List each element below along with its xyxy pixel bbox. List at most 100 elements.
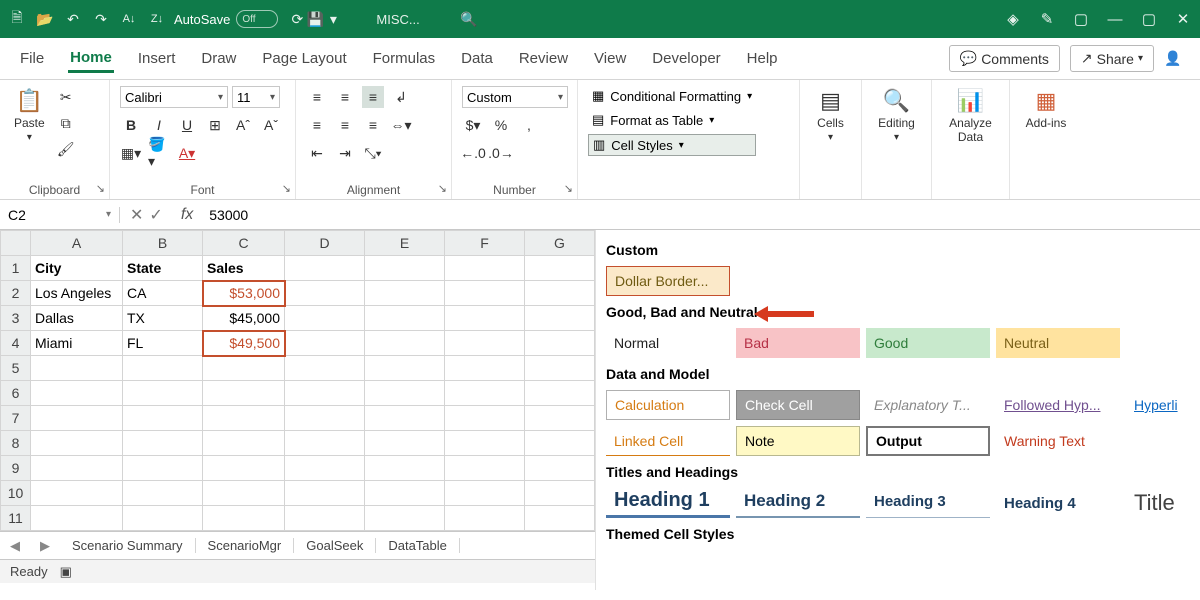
row-header[interactable]: 7 [1, 406, 31, 431]
menu-view[interactable]: View [592, 46, 628, 71]
open-folder-icon[interactable]: 📂 [36, 10, 54, 28]
cell[interactable] [445, 331, 525, 356]
cell[interactable] [285, 506, 365, 531]
style-bad[interactable]: Bad [736, 328, 860, 358]
cell[interactable] [365, 431, 445, 456]
cell[interactable] [31, 381, 123, 406]
border-button[interactable]: ⊞ [204, 114, 226, 136]
cell[interactable]: Dallas [31, 306, 123, 331]
sheet-tab[interactable]: Scenario Summary [60, 538, 196, 553]
menu-insert[interactable]: Insert [136, 46, 178, 71]
cell-styles-button[interactable]: ▥ Cell Styles▾ [588, 134, 756, 156]
row-header[interactable]: 10 [1, 481, 31, 506]
sheet-tab[interactable]: DataTable [376, 538, 460, 553]
row-header[interactable]: 6 [1, 381, 31, 406]
close-icon[interactable]: ✕ [1174, 10, 1192, 28]
autosave-toggle[interactable]: AutoSave Off [174, 10, 278, 28]
cell[interactable]: FL [123, 331, 203, 356]
sheet-tab[interactable]: GoalSeek [294, 538, 376, 553]
format-as-table-button[interactable]: ▤ Format as Table▾ [588, 110, 756, 130]
cell[interactable]: TX [123, 306, 203, 331]
merge-button[interactable]: ⇔▾ [390, 114, 412, 136]
conditional-formatting-button[interactable]: ▦ Conditional Formatting▾ [588, 86, 756, 106]
new-file-icon[interactable]: 🗎 [8, 10, 26, 28]
cell[interactable] [31, 456, 123, 481]
column-header[interactable]: C [203, 231, 285, 256]
addins-button[interactable]: ▦ Add-ins [1020, 86, 1072, 132]
undo-icon[interactable]: ↶ [64, 10, 82, 28]
format-painter-icon[interactable]: 🖌 [55, 138, 77, 160]
cell[interactable] [525, 381, 595, 406]
cell[interactable] [525, 306, 595, 331]
style-explanatory-text[interactable]: Explanatory T... [866, 390, 990, 420]
alignment-launcher-icon[interactable]: ↘ [438, 182, 447, 195]
font-color-button[interactable]: A▾ [176, 142, 198, 164]
cell[interactable]: CA [123, 281, 203, 306]
save-icon[interactable]: 💾 [306, 10, 324, 28]
cell[interactable] [525, 256, 595, 281]
style-neutral[interactable]: Neutral [996, 328, 1120, 358]
cell[interactable] [285, 281, 365, 306]
column-header[interactable]: E [365, 231, 445, 256]
macro-record-icon[interactable]: ▣ [60, 564, 72, 580]
cell[interactable] [525, 481, 595, 506]
cell[interactable] [365, 481, 445, 506]
font-launcher-icon[interactable]: ↘ [282, 182, 291, 195]
cut-icon[interactable]: ✂ [55, 86, 77, 108]
cell[interactable] [285, 256, 365, 281]
cell[interactable] [123, 381, 203, 406]
increase-font-icon[interactable]: Aˆ [232, 114, 254, 136]
cell[interactable] [285, 331, 365, 356]
cell[interactable] [365, 406, 445, 431]
style-heading-3[interactable]: Heading 3 [866, 488, 990, 518]
pencil-icon[interactable]: ✎ [1038, 10, 1056, 28]
maximize-icon[interactable]: ▢ [1140, 10, 1158, 28]
spreadsheet-grid[interactable]: A B C D E F G 1 City State Sales 2 Los A… [0, 230, 595, 531]
cell[interactable] [285, 481, 365, 506]
menu-review[interactable]: Review [517, 46, 570, 71]
select-all-corner[interactable] [1, 231, 31, 256]
style-good[interactable]: Good [866, 328, 990, 358]
cell[interactable] [365, 281, 445, 306]
row-header[interactable]: 3 [1, 306, 31, 331]
cell[interactable] [445, 306, 525, 331]
cell[interactable] [203, 381, 285, 406]
clipboard-launcher-icon[interactable]: ↘ [96, 182, 105, 195]
menu-page-layout[interactable]: Page Layout [260, 46, 348, 71]
border-dropdown[interactable]: ▦▾ [120, 142, 142, 164]
style-output[interactable]: Output [866, 426, 990, 456]
cell[interactable] [123, 431, 203, 456]
analyze-data-button[interactable]: 📊 Analyze Data [942, 86, 999, 146]
enter-formula-icon[interactable]: ✓ [149, 205, 162, 225]
cell[interactable] [203, 356, 285, 381]
tab-nav-prev[interactable]: ◀ [0, 538, 30, 554]
align-right-icon[interactable]: ≡ [362, 114, 384, 136]
menu-formulas[interactable]: Formulas [371, 46, 438, 71]
style-heading-4[interactable]: Heading 4 [996, 488, 1120, 518]
cells-button[interactable]: ▤ Cells ▾ [810, 86, 851, 145]
italic-button[interactable]: I [148, 114, 170, 136]
cell[interactable]: Los Angeles [31, 281, 123, 306]
align-middle-icon[interactable]: ≡ [334, 86, 356, 108]
style-heading-1[interactable]: Heading 1 [606, 488, 730, 518]
cell[interactable] [445, 256, 525, 281]
cell[interactable] [285, 456, 365, 481]
cell[interactable] [365, 331, 445, 356]
cell[interactable] [445, 506, 525, 531]
cell[interactable] [445, 356, 525, 381]
fill-color-button[interactable]: 🪣▾ [148, 142, 170, 164]
cell[interactable] [445, 406, 525, 431]
number-launcher-icon[interactable]: ↘ [564, 182, 573, 195]
row-header[interactable]: 4 [1, 331, 31, 356]
cancel-formula-icon[interactable]: ✕ [130, 205, 143, 225]
cell[interactable] [365, 381, 445, 406]
decrease-font-icon[interactable]: Aˇ [260, 114, 282, 136]
cell[interactable] [445, 456, 525, 481]
percent-button[interactable]: % [490, 114, 512, 136]
cell[interactable] [123, 356, 203, 381]
row-header[interactable]: 1 [1, 256, 31, 281]
cell[interactable] [285, 431, 365, 456]
sort-az-icon[interactable]: A↓ [120, 10, 138, 28]
row-header[interactable]: 8 [1, 431, 31, 456]
underline-button[interactable]: U [176, 114, 198, 136]
